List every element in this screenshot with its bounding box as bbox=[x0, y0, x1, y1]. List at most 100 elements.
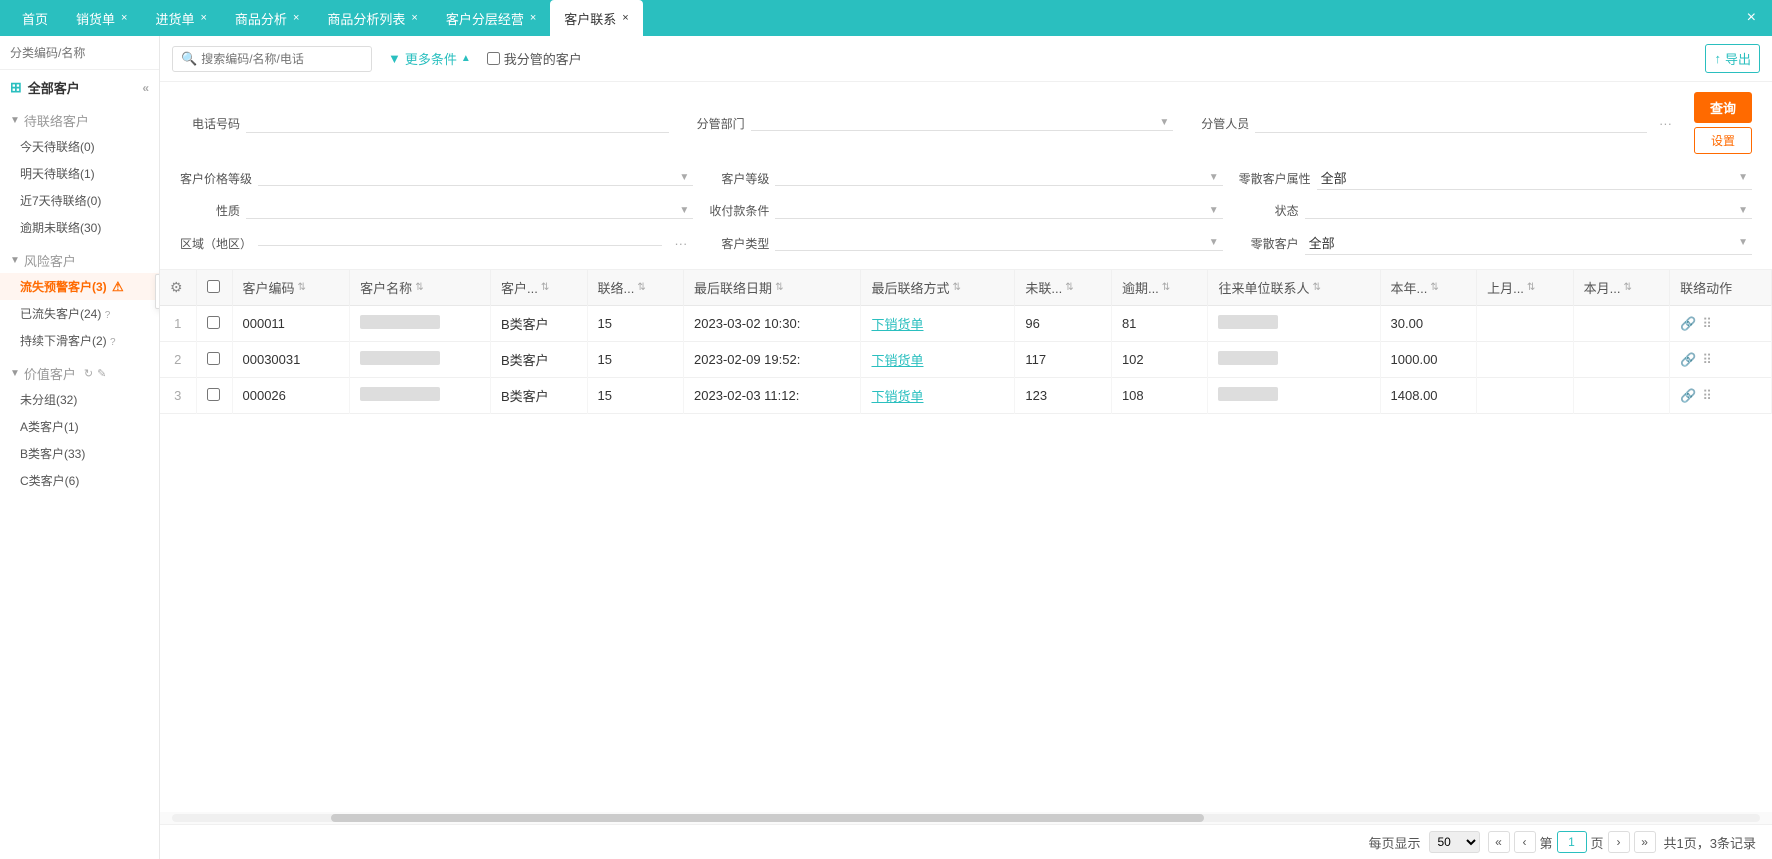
payment-chevron: ▼ bbox=[1209, 205, 1219, 216]
settings-btn[interactable]: 设置 bbox=[1694, 127, 1752, 154]
th-last-method[interactable]: 最后联络方式⇅ bbox=[861, 270, 1015, 306]
th-code[interactable]: 客户编码⇅ bbox=[232, 270, 350, 306]
section-pending-title[interactable]: ▼ 待联络客户 bbox=[0, 105, 159, 133]
region-select[interactable] bbox=[258, 241, 662, 246]
tab-customer-layer-close[interactable]: × bbox=[530, 12, 536, 24]
zero-attr-select[interactable]: 全部 ▼ bbox=[1317, 166, 1752, 190]
manager-dots[interactable]: ··· bbox=[1653, 116, 1678, 131]
cell-last-method[interactable]: 下销货单 bbox=[861, 306, 1015, 342]
refresh-icon[interactable]: ↻ bbox=[84, 367, 93, 380]
section-value-title[interactable]: ▼ 价值客户 ↻ ✎ bbox=[0, 358, 159, 386]
sidebar-item-declining[interactable]: 持续下滑客户(2) ? bbox=[0, 327, 159, 354]
my-customers-checkbox[interactable] bbox=[487, 52, 500, 65]
page-next-btn[interactable]: › bbox=[1608, 831, 1630, 853]
table-header-row: ⚙ 客户编码⇅ 客户名称⇅ 客 bbox=[160, 270, 1772, 306]
cell-this-month bbox=[1573, 342, 1670, 378]
action-more-icon[interactable]: ⠿ bbox=[1702, 316, 1712, 332]
page-first-btn[interactable]: « bbox=[1488, 831, 1510, 853]
th-this-month-label: 本月... bbox=[1584, 278, 1621, 297]
status-select[interactable]: ▼ bbox=[1305, 203, 1752, 219]
action-link-icon[interactable]: 🔗 bbox=[1680, 316, 1696, 332]
customer-grade-chevron: ▼ bbox=[1209, 172, 1219, 183]
dept-select[interactable]: ▼ bbox=[751, 115, 1174, 131]
section-risk-title[interactable]: ▼ 风险客户 bbox=[0, 245, 159, 273]
th-name[interactable]: 客户名称⇅ bbox=[350, 270, 491, 306]
row-checkbox-2[interactable] bbox=[207, 388, 220, 401]
last-method-link[interactable]: 下销货单 bbox=[871, 353, 923, 368]
tab-analysis-list-close[interactable]: × bbox=[411, 12, 417, 24]
search-input[interactable] bbox=[201, 52, 363, 66]
sidebar-item-7days[interactable]: 近7天待联络(0) bbox=[0, 187, 159, 214]
sidebar-item-tomorrow[interactable]: 明天待联络(1) bbox=[0, 160, 159, 187]
tab-sales-close[interactable]: × bbox=[121, 12, 127, 24]
all-customers-item[interactable]: ⊞ 全部客户 « bbox=[0, 70, 159, 105]
sidebar-item-b-class[interactable]: B类客户(33) bbox=[0, 440, 159, 467]
tab-purchase-close[interactable]: × bbox=[200, 12, 206, 24]
th-no-contact[interactable]: 未联...⇅ bbox=[1015, 270, 1112, 306]
sidebar-search-input[interactable] bbox=[10, 46, 160, 60]
cell-checkbox[interactable] bbox=[196, 378, 232, 414]
query-btn[interactable]: 查询 bbox=[1694, 92, 1752, 123]
page-last-btn[interactable]: » bbox=[1634, 831, 1656, 853]
page-prev-btn[interactable]: ‹ bbox=[1514, 831, 1536, 853]
tab-home[interactable]: 首页 bbox=[8, 0, 62, 36]
sidebar-item-churned[interactable]: 已流失客户(24) ? bbox=[0, 300, 159, 327]
my-customers-checkbox-label[interactable]: 我分管的客户 bbox=[487, 49, 582, 68]
phone-input[interactable] bbox=[246, 114, 669, 133]
payment-select[interactable]: ▼ bbox=[775, 203, 1222, 219]
tab-customer-contact-close[interactable]: × bbox=[622, 12, 628, 24]
row-checkbox-0[interactable] bbox=[207, 316, 220, 329]
gear-icon[interactable]: ⚙ bbox=[170, 279, 183, 295]
gender-select[interactable]: ▼ bbox=[246, 203, 693, 219]
manager-input[interactable] bbox=[1255, 114, 1647, 133]
cell-last-method[interactable]: 下销货单 bbox=[861, 342, 1015, 378]
last-method-link[interactable]: 下销货单 bbox=[871, 389, 923, 404]
sidebar-collapse-icon[interactable]: « bbox=[142, 81, 149, 95]
th-contacts[interactable]: 联络...⇅ bbox=[587, 270, 684, 306]
th-contact-person[interactable]: 往来单位联系人⇅ bbox=[1208, 270, 1380, 306]
cell-checkbox[interactable] bbox=[196, 342, 232, 378]
tab-sales[interactable]: 销货单 × bbox=[62, 0, 141, 36]
sidebar-item-ungroup[interactable]: 未分组(32) bbox=[0, 386, 159, 413]
sidebar-item-today[interactable]: 今天待联络(0) bbox=[0, 133, 159, 160]
cell-code: 00030031 bbox=[232, 342, 350, 378]
th-type[interactable]: 客户...⇅ bbox=[490, 270, 587, 306]
region-dots[interactable]: ··· bbox=[668, 236, 693, 251]
tab-purchase[interactable]: 进货单 × bbox=[141, 0, 220, 36]
sidebar-item-overdue[interactable]: 逾期未联络(30) bbox=[0, 214, 159, 241]
th-this-year[interactable]: 本年...⇅ bbox=[1380, 270, 1477, 306]
th-last-date[interactable]: 最后联络日期⇅ bbox=[684, 270, 861, 306]
action-link-icon[interactable]: 🔗 bbox=[1680, 352, 1696, 368]
tab-analysis-close[interactable]: × bbox=[293, 12, 299, 24]
customer-type-select[interactable]: ▼ bbox=[775, 235, 1222, 251]
sidebar-item-a-class[interactable]: A类客户(1) bbox=[0, 413, 159, 440]
tab-customer-layer[interactable]: 客户分层经营 × bbox=[432, 0, 550, 36]
payment-label: 收付款条件 bbox=[709, 202, 769, 219]
tab-customer-contact[interactable]: 客户联系 × bbox=[550, 0, 642, 36]
action-more-icon[interactable]: ⠿ bbox=[1702, 388, 1712, 404]
sidebar-item-c-class[interactable]: C类客户(6) bbox=[0, 467, 159, 494]
customer-grade-select[interactable]: ▼ bbox=[775, 170, 1222, 186]
th-this-month[interactable]: 本月...⇅ bbox=[1573, 270, 1670, 306]
th-overdue[interactable]: 逾期...⇅ bbox=[1111, 270, 1208, 306]
export-btn[interactable]: ↑ 导出 bbox=[1705, 44, 1760, 73]
row-checkbox-1[interactable] bbox=[207, 352, 220, 365]
price-grade-select[interactable]: ▼ bbox=[258, 170, 693, 186]
window-close-icon[interactable]: × bbox=[1739, 9, 1764, 27]
sidebar-item-churn-warning[interactable]: 流失预警客户(3) ⚠ bbox=[0, 273, 159, 300]
cell-checkbox[interactable] bbox=[196, 306, 232, 342]
action-more-icon[interactable]: ⠿ bbox=[1702, 352, 1712, 368]
action-link-icon[interactable]: 🔗 bbox=[1680, 388, 1696, 404]
tab-analysis[interactable]: 商品分析 × bbox=[221, 0, 313, 36]
last-method-link[interactable]: 下销货单 bbox=[871, 317, 923, 332]
edit-icon[interactable]: ✎ bbox=[97, 367, 106, 380]
more-conditions-btn[interactable]: ▼ 更多条件 ▲ bbox=[380, 45, 479, 72]
th-last-month[interactable]: 上月...⇅ bbox=[1477, 270, 1574, 306]
zero-customer-select[interactable]: 全部 ▼ bbox=[1305, 231, 1752, 255]
horizontal-scrollbar[interactable] bbox=[172, 814, 1760, 822]
per-page-select[interactable]: 50 100 bbox=[1429, 831, 1480, 853]
cell-last-method[interactable]: 下销货单 bbox=[861, 378, 1015, 414]
page-input[interactable] bbox=[1557, 831, 1587, 853]
select-all-checkbox[interactable] bbox=[207, 280, 220, 293]
tab-analysis-list[interactable]: 商品分析列表 × bbox=[313, 0, 431, 36]
